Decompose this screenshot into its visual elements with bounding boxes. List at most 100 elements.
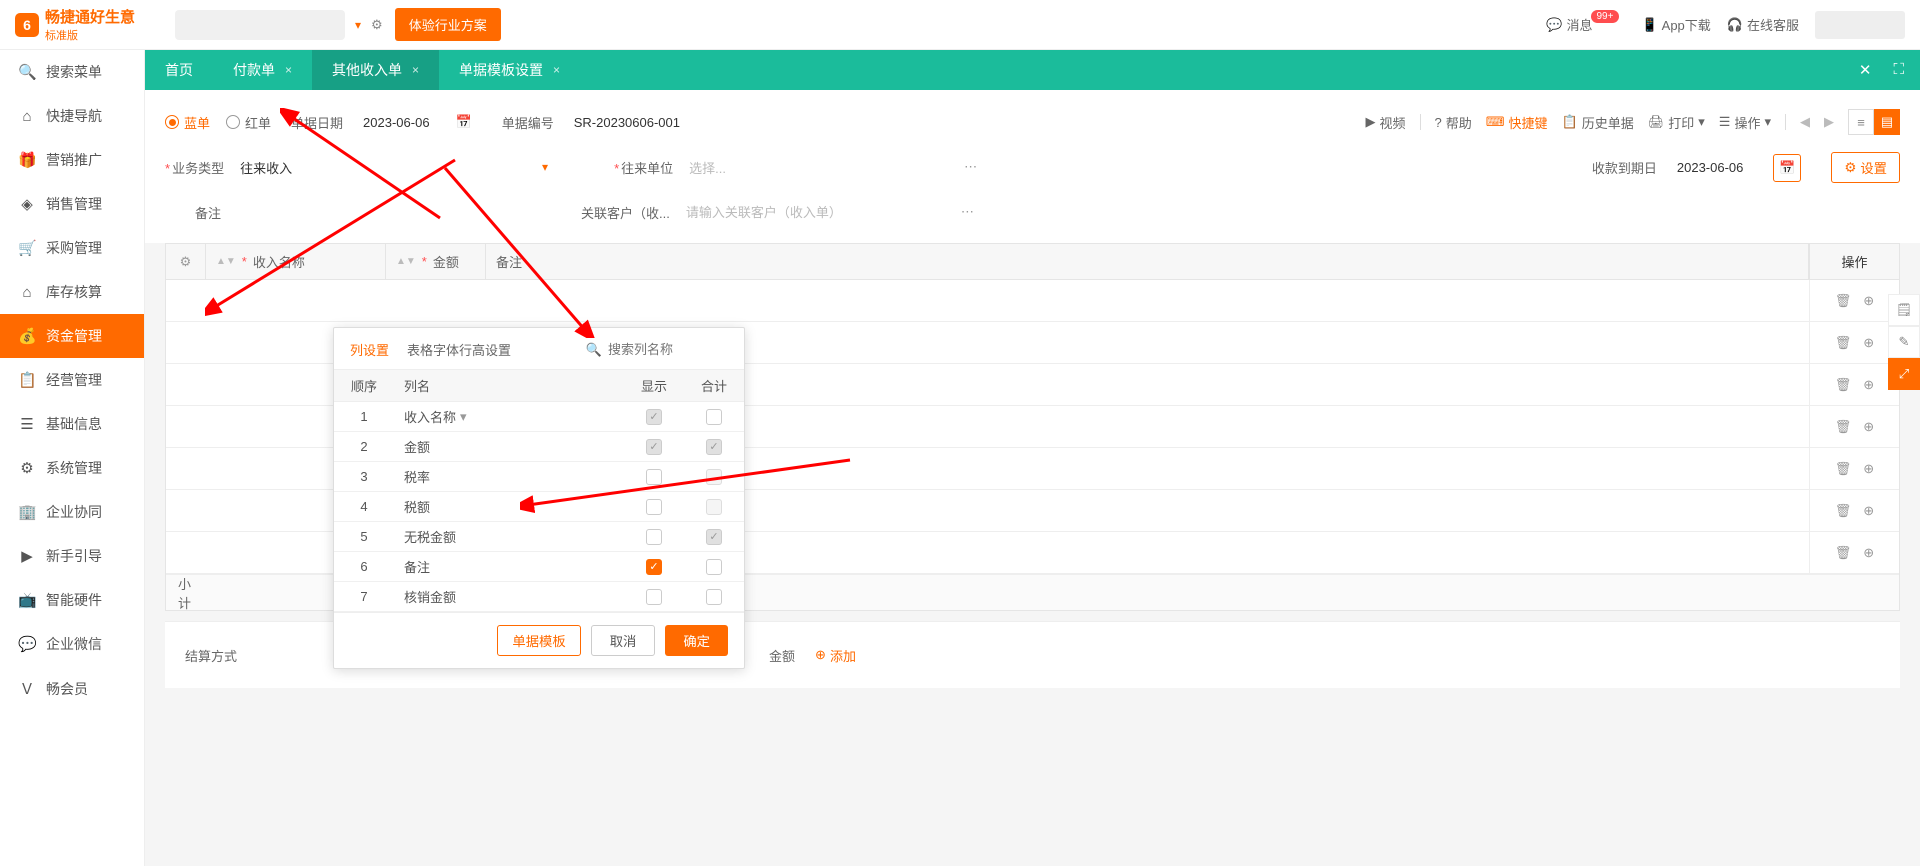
form-area: 蓝单 红单 单据日期 2023-06-06 📅 单据编号 SR-20230606… <box>145 90 1920 243</box>
copy-icon[interactable]: ⊕ <box>1863 377 1874 393</box>
table-row[interactable]: 🗑⊕ <box>166 280 1899 322</box>
tab-0[interactable]: 首页 <box>145 50 213 90</box>
online-service-link[interactable]: 🎧 在线客服 <box>1727 15 1799 34</box>
sidebar-item-11[interactable]: ▶新手引导 <box>0 534 144 578</box>
sidebar-item-13[interactable]: 💬企业微信 <box>0 622 144 666</box>
sidebar-item-6[interactable]: 💰资金管理 <box>0 314 144 358</box>
copy-icon[interactable]: ⊕ <box>1863 461 1874 477</box>
calendar-button[interactable]: 📅 <box>1773 154 1801 182</box>
popup-tab-font[interactable]: 表格字体行高设置 <box>407 340 511 359</box>
video-link[interactable]: ▶ 视频 <box>1365 113 1405 132</box>
copy-icon[interactable]: ⊕ <box>1863 419 1874 435</box>
form-toolbar: ▶ 视频 ? 帮助 ⌨ 快捷键 📋 历史单据 🖨 打印 ▾ ☰ 操作 ▾ ◀ ▶… <box>1365 109 1900 135</box>
sidebar-item-1[interactable]: ⌂快捷导航 <box>0 94 144 138</box>
sidebar-label: 营销推广 <box>46 150 102 170</box>
brand-edition: 标准版 <box>45 27 135 43</box>
form-row-2: *业务类型 往来收入▾ *往来单位 选择...⋯ 收款到期日 2023-06-0… <box>165 142 1900 197</box>
prev-page-icon[interactable]: ◀ <box>1800 114 1810 130</box>
delete-icon[interactable]: 🗑 <box>1835 461 1852 477</box>
sidebar-item-4[interactable]: 🛒 采购管理 <box>0 226 144 270</box>
column-search-input[interactable] <box>608 342 728 357</box>
list-view-icon[interactable]: ≡ <box>1848 109 1874 135</box>
card-view-icon[interactable]: ▤ <box>1874 109 1900 135</box>
tab-2[interactable]: 其他收入单× <box>312 50 439 90</box>
operate-button[interactable]: ☰ 操作 ▾ <box>1719 113 1771 132</box>
related-customer-input[interactable]: 请输入关联客户（收入单）⋯ <box>680 197 980 227</box>
delete-icon[interactable]: 🗑 <box>1835 293 1852 309</box>
headset-icon: 🎧 <box>1727 17 1743 33</box>
delete-icon[interactable]: 🗑 <box>1835 335 1852 351</box>
industry-solution-button[interactable]: 体验行业方案 <box>395 8 501 41</box>
remark-input[interactable] <box>231 197 551 227</box>
print-button[interactable]: 🖨 打印 ▾ <box>1648 113 1705 132</box>
delete-icon[interactable]: 🗑 <box>1835 503 1852 519</box>
app-download-link[interactable]: 📱 App下载 <box>1641 15 1710 34</box>
sidebar-icon: ☰ <box>18 415 36 433</box>
copy-icon[interactable]: ⊕ <box>1863 545 1874 561</box>
color-radio-group: 蓝单 红单 <box>165 113 271 132</box>
sidebar-item-8[interactable]: ☰基础信息 <box>0 402 144 446</box>
copy-icon[interactable]: ⊕ <box>1863 503 1874 519</box>
help-link[interactable]: ? 帮助 <box>1435 113 1472 132</box>
sidebar-label: 系统管理 <box>46 458 102 478</box>
fullscreen-icon[interactable]: ⛶ <box>1887 57 1910 83</box>
sidebar-icon: ◈ <box>18 195 36 213</box>
close-tab-icon[interactable]: ✕ <box>1853 57 1878 83</box>
detail-table-head: ⚙ ▲▼*收入名称 ▲▼*金额 备注 操作 <box>166 244 1899 280</box>
float-edit-icon[interactable]: ✎ <box>1888 326 1920 358</box>
party-select[interactable]: 选择...⋯ <box>683 153 983 183</box>
popup-tab-columns[interactable]: 列设置 <box>350 340 389 359</box>
message-link[interactable]: 💬 消息 99+ <box>1546 15 1625 34</box>
sidebar-label: 资金管理 <box>46 326 102 346</box>
next-page-icon[interactable]: ▶ <box>1824 114 1834 130</box>
tab-1[interactable]: 付款单× <box>213 50 312 90</box>
delete-icon[interactable]: 🗑 <box>1835 419 1852 435</box>
history-link[interactable]: 📋 历史单据 <box>1562 113 1634 132</box>
sidebar-item-0[interactable]: 🔍搜索菜单 <box>0 50 144 94</box>
settings-button[interactable]: ⚙ 设置 <box>1831 152 1900 183</box>
company-dropdown[interactable] <box>175 10 345 40</box>
calendar-icon[interactable]: 📅 <box>456 114 472 130</box>
sidebar-icon: 🛒 <box>18 239 36 257</box>
float-note-icon[interactable]: 🗒 <box>1888 294 1920 326</box>
radio-blue[interactable]: 蓝单 <box>165 113 210 132</box>
chevron-down-icon[interactable]: ▾ <box>355 18 361 32</box>
cancel-button[interactable]: 取消 <box>591 625 656 656</box>
hotkey-link[interactable]: ⌨ 快捷键 <box>1486 113 1548 132</box>
tabbar-actions: ✕ ⛶ <box>1853 57 1920 83</box>
copy-icon[interactable]: ⊕ <box>1863 293 1874 309</box>
add-settle-button[interactable]: ⊕ 添加 <box>815 646 856 665</box>
gear-icon[interactable]: ⚙ <box>371 17 383 33</box>
close-icon[interactable]: × <box>553 63 560 77</box>
sidebar-item-9[interactable]: ⚙系统管理 <box>0 446 144 490</box>
sidebar-item-2[interactable]: 🎁营销推广 <box>0 138 144 182</box>
sidebar-item-12[interactable]: 📺智能硬件 <box>0 578 144 622</box>
date-value[interactable]: 2023-06-06 <box>363 115 430 130</box>
sidebar-label: 采购管理 <box>46 238 102 258</box>
sidebar-item-5[interactable]: ⌂库存核算 <box>0 270 144 314</box>
form-row-1: 蓝单 红单 单据日期 2023-06-06 📅 单据编号 SR-20230606… <box>165 102 1900 142</box>
confirm-button[interactable]: 确定 <box>665 625 728 656</box>
copy-icon[interactable]: ⊕ <box>1863 335 1874 351</box>
float-expand-icon[interactable]: ⤢ <box>1888 358 1920 390</box>
close-icon[interactable]: × <box>412 63 419 77</box>
tab-3[interactable]: 单据模板设置× <box>439 50 580 90</box>
column-settings-icon[interactable]: ⚙ <box>180 254 192 270</box>
sidebar-item-10[interactable]: 🏢企业协同 <box>0 490 144 534</box>
delete-icon[interactable]: 🗑 <box>1835 377 1852 393</box>
due-date-value[interactable]: 2023-06-06 <box>1677 160 1744 175</box>
biz-type-select[interactable]: 往来收入▾ <box>234 153 554 183</box>
close-icon[interactable]: × <box>285 63 292 77</box>
template-button[interactable]: 单据模板 <box>497 625 580 656</box>
radio-red[interactable]: 红单 <box>226 113 271 132</box>
sidebar-item-3[interactable]: ◈销售管理 <box>0 182 144 226</box>
sidebar-item-14[interactable]: Ｖ畅会员 <box>0 666 144 711</box>
brand-name: 畅捷通好生意 <box>45 9 135 26</box>
delete-icon[interactable]: 🗑 <box>1835 545 1852 561</box>
message-badge: 99+ <box>1591 10 1620 23</box>
sidebar-item-7[interactable]: 📋经营管理 <box>0 358 144 402</box>
sidebar-icon: ⌂ <box>18 108 36 125</box>
user-avatar[interactable] <box>1815 11 1905 39</box>
search-icon: 🔍 <box>586 342 602 358</box>
sidebar-icon: 📋 <box>18 371 36 389</box>
